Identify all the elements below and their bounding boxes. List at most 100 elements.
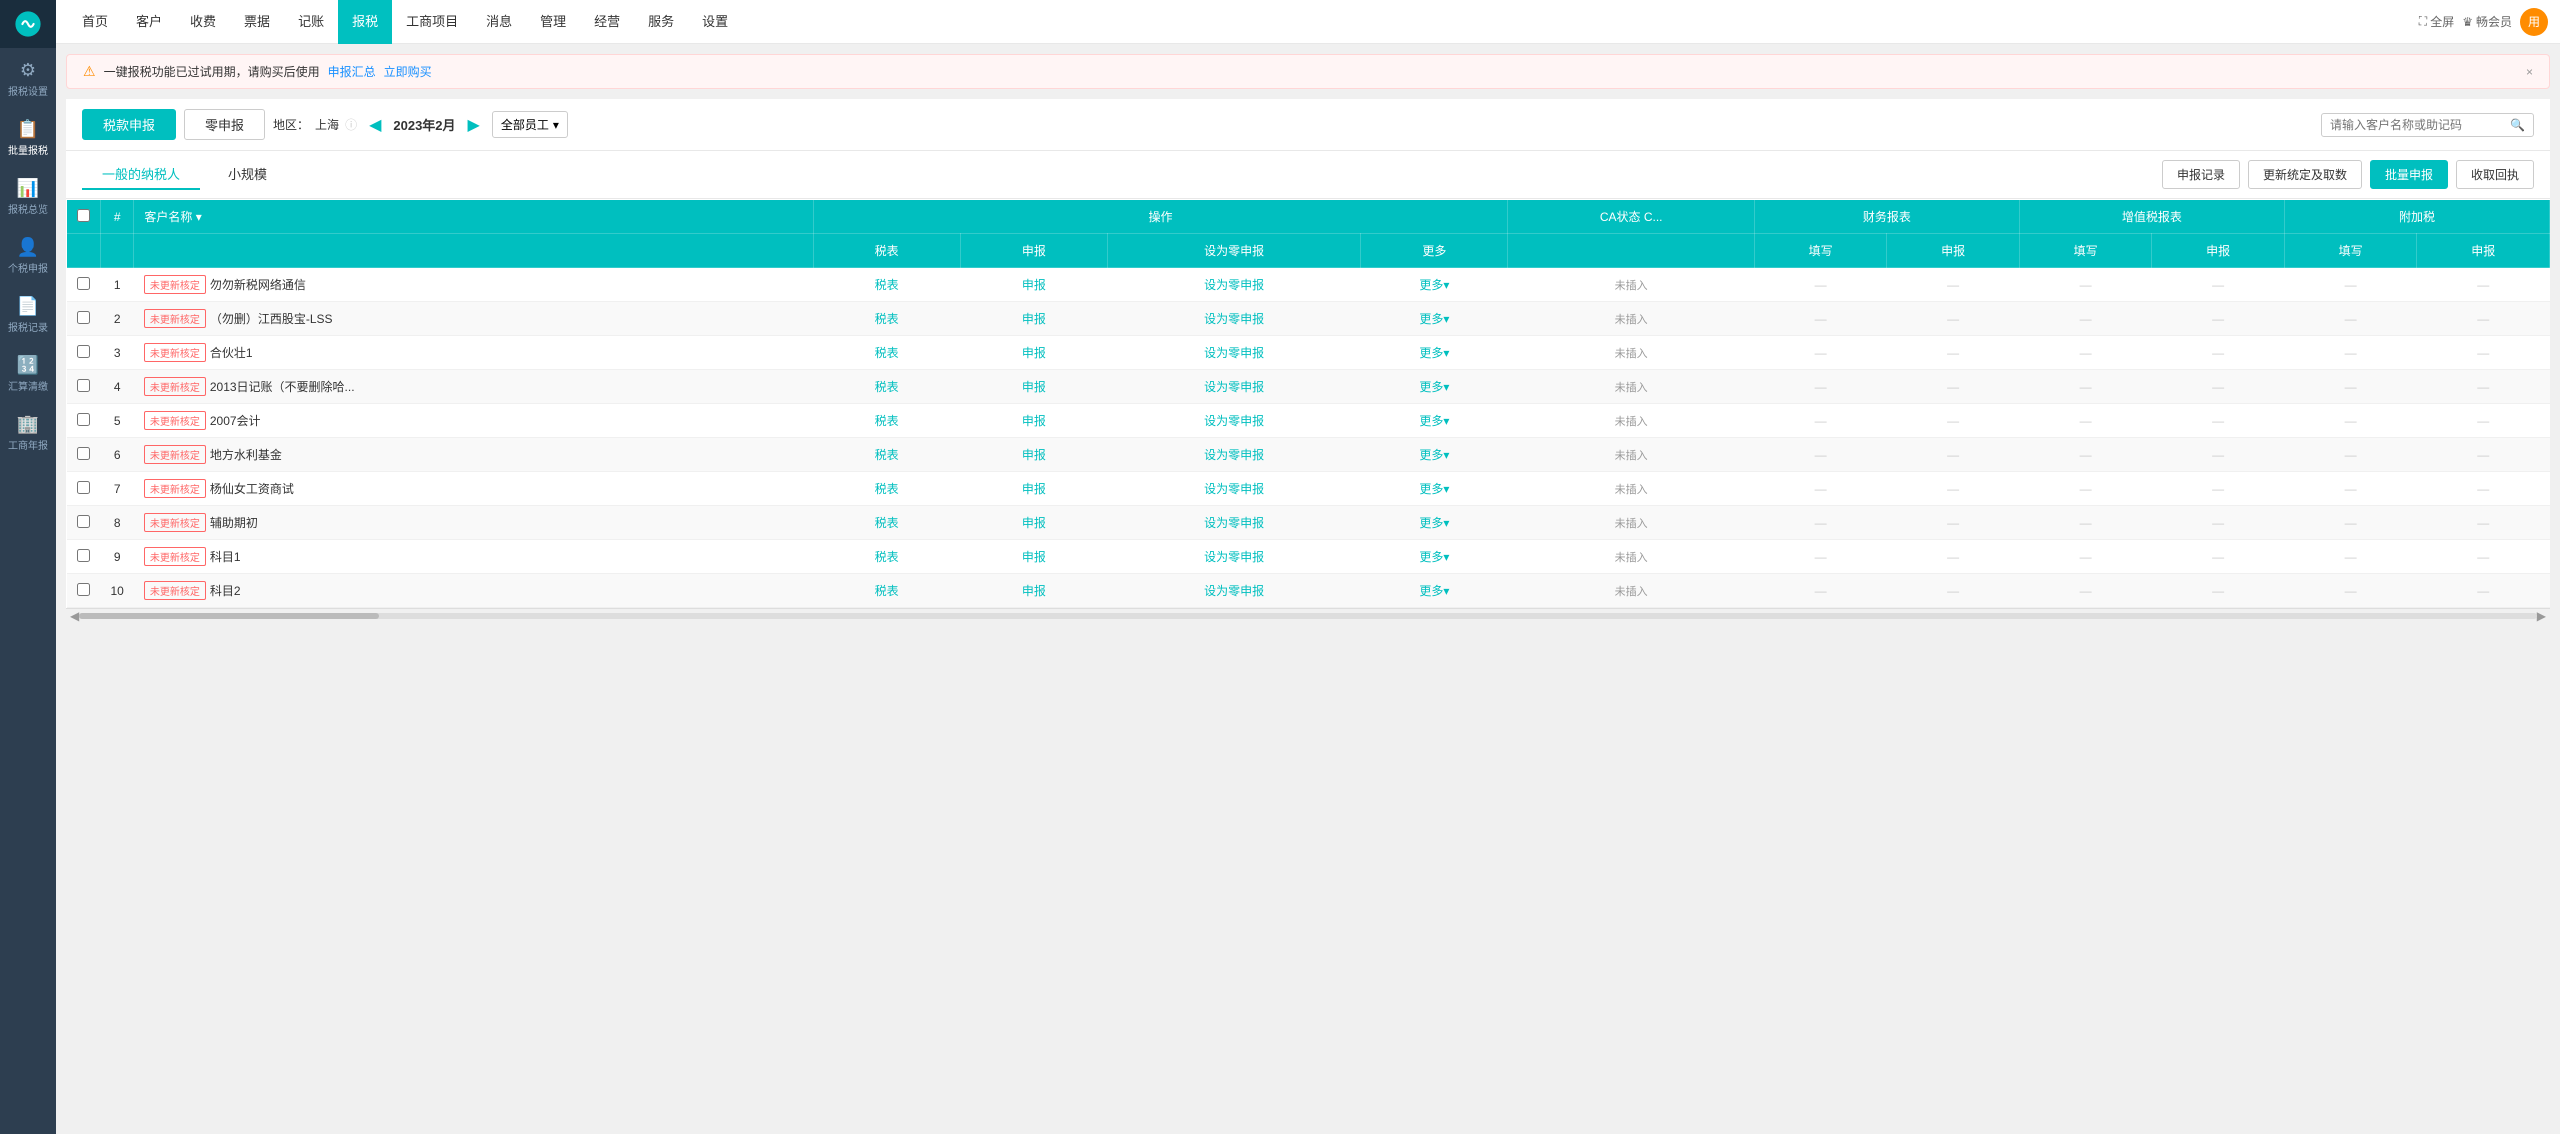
user-avatar[interactable]: 用 [2520,8,2548,36]
row-action-submit[interactable]: 申报 [960,268,1107,302]
row-action-taxform[interactable]: 税表 [813,404,960,438]
row-action-taxform[interactable]: 税表 [813,472,960,506]
row-action-taxform[interactable]: 税表 [813,574,960,608]
sidebar-item-personal-tax[interactable]: 👤 个税申报 [0,225,56,284]
row-action-more[interactable]: 更多▾ [1361,574,1508,608]
nav-tax[interactable]: 报税 [338,0,392,44]
row-checkbox[interactable] [77,379,90,392]
sidebar-item-tax-overview[interactable]: 📊 报税总览 [0,166,56,225]
row-action-taxform[interactable]: 税表 [813,268,960,302]
horizontal-scrollbar[interactable]: ◀ ▶ [66,608,2550,622]
select-all-checkbox[interactable] [77,209,90,222]
row-action-submit[interactable]: 申报 [960,404,1107,438]
scroll-right-arrow[interactable]: ▶ [2537,609,2546,623]
sidebar-item-tax-records[interactable]: 📄 报税记录 [0,284,56,343]
row-action-zero[interactable]: 设为零申报 [1107,574,1360,608]
unconfirmed-tag: 未更新核定 [144,513,206,532]
row-checkbox[interactable] [77,583,90,596]
row-action-more[interactable]: 更多▾ [1361,268,1508,302]
row-action-more[interactable]: 更多▾ [1361,438,1508,472]
row-action-more[interactable]: 更多▾ [1361,404,1508,438]
unconfirmed-tag: 未更新核定 [144,581,206,600]
nav-home[interactable]: 首页 [68,0,122,44]
row-action-more[interactable]: 更多▾ [1361,302,1508,336]
unconfirmed-tag: 未更新核定 [144,275,206,294]
next-period-button[interactable]: ▶ [464,115,484,135]
nav-settings[interactable]: 设置 [688,0,742,44]
upgrade-button[interactable]: ♛ 畅会员 [2462,13,2512,30]
summary-link[interactable]: 申报汇总 [328,63,376,80]
retrieve-button[interactable]: 收取回执 [2456,160,2534,189]
scroll-left-arrow[interactable]: ◀ [70,609,79,623]
sidebar-item-batch-tax[interactable]: 📋 批量报税 [0,107,56,166]
row-action-zero[interactable]: 设为零申报 [1107,404,1360,438]
row-action-zero[interactable]: 设为零申报 [1107,438,1360,472]
row-checkbox[interactable] [77,345,90,358]
row-checkbox[interactable] [77,515,90,528]
nav-operation[interactable]: 经营 [580,0,634,44]
row-action-submit[interactable]: 申报 [960,574,1107,608]
sidebar-item-settlement[interactable]: 🔢 汇算清缴 [0,343,56,402]
zero-declaration-tab[interactable]: 零申报 [184,109,265,140]
row-num: 9 [101,540,134,574]
row-checkbox[interactable] [77,413,90,426]
row-checkbox[interactable] [77,549,90,562]
nav-manage[interactable]: 管理 [526,0,580,44]
update-button[interactable]: 更新统定及取数 [2248,160,2362,189]
batch-submit-button[interactable]: 批量申报 [2370,160,2448,189]
row-action-submit[interactable]: 申报 [960,506,1107,540]
row-action-zero[interactable]: 设为零申报 [1107,540,1360,574]
logo [0,0,56,48]
row-checkbox-cell [67,268,101,302]
row-action-zero[interactable]: 设为零申报 [1107,302,1360,336]
row-checkbox[interactable] [77,311,90,324]
row-finance-submit: — [1887,438,2020,472]
row-checkbox[interactable] [77,481,90,494]
buy-link[interactable]: 立即购买 [384,63,432,80]
row-action-taxform[interactable]: 税表 [813,540,960,574]
nav-fees[interactable]: 收费 [176,0,230,44]
nav-messages[interactable]: 消息 [472,0,526,44]
nav-invoices[interactable]: 票据 [230,0,284,44]
general-taxpayer-tab[interactable]: 一般的纳税人 [82,159,200,190]
row-checkbox[interactable] [77,447,90,460]
tax-declaration-tab[interactable]: 税款申报 [82,109,176,140]
department-select[interactable]: 全部员工 ▾ [492,111,568,138]
row-finance-submit: — [1887,336,2020,370]
row-action-more[interactable]: 更多▾ [1361,472,1508,506]
nav-service[interactable]: 服务 [634,0,688,44]
row-action-taxform[interactable]: 税表 [813,506,960,540]
nav-customers[interactable]: 客户 [122,0,176,44]
row-tax-fill: — [2019,472,2152,506]
row-action-submit[interactable]: 申报 [960,336,1107,370]
row-action-more[interactable]: 更多▾ [1361,336,1508,370]
row-action-more[interactable]: 更多▾ [1361,540,1508,574]
row-action-taxform[interactable]: 税表 [813,336,960,370]
row-action-zero[interactable]: 设为零申报 [1107,506,1360,540]
row-action-zero[interactable]: 设为零申报 [1107,268,1360,302]
row-action-submit[interactable]: 申报 [960,438,1107,472]
sidebar-item-annual-report[interactable]: 🏢 工商年报 [0,402,56,461]
row-action-taxform[interactable]: 税表 [813,438,960,472]
small-scale-tab[interactable]: 小规模 [208,159,287,190]
row-action-submit[interactable]: 申报 [960,540,1107,574]
row-checkbox[interactable] [77,277,90,290]
nav-business[interactable]: 工商项目 [392,0,472,44]
row-action-taxform[interactable]: 税表 [813,370,960,404]
row-action-more[interactable]: 更多▾ [1361,506,1508,540]
row-action-submit[interactable]: 申报 [960,370,1107,404]
row-action-zero[interactable]: 设为零申报 [1107,472,1360,506]
sidebar-item-tax-settings[interactable]: ⚙ 报税设置 [0,48,56,107]
row-action-zero[interactable]: 设为零申报 [1107,370,1360,404]
nav-accounting[interactable]: 记账 [284,0,338,44]
prev-period-button[interactable]: ◀ [365,115,385,135]
row-action-more[interactable]: 更多▾ [1361,370,1508,404]
fullscreen-button[interactable]: ⛶ 全屏 [2419,13,2454,30]
row-action-submit[interactable]: 申报 [960,472,1107,506]
row-action-taxform[interactable]: 税表 [813,302,960,336]
row-action-submit[interactable]: 申报 [960,302,1107,336]
record-button[interactable]: 申报记录 [2162,160,2240,189]
row-action-zero[interactable]: 设为零申报 [1107,336,1360,370]
search-input[interactable] [2330,118,2510,132]
banner-close-button[interactable]: × [2526,65,2533,79]
